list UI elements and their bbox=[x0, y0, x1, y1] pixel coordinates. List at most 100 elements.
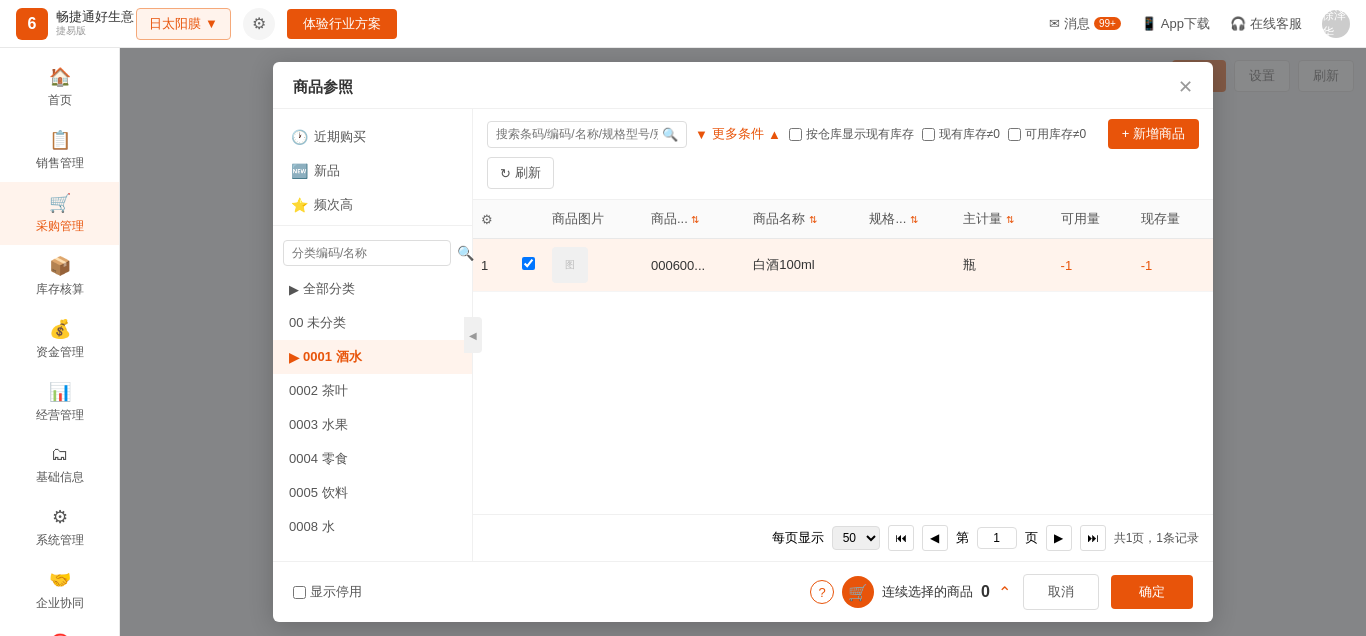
logo-text: 畅捷通好生意 bbox=[56, 9, 134, 25]
clock-icon: 🕐 bbox=[291, 129, 308, 145]
refresh-label: 刷新 bbox=[515, 164, 541, 182]
sidebar-item-purchase[interactable]: 🛒 采购管理 bbox=[0, 182, 119, 245]
product-table: ⚙ 商品图片 商品... ⇅ 商品名称 bbox=[473, 200, 1213, 292]
category-item-tea[interactable]: 0002 茶叶 bbox=[273, 374, 472, 408]
category-label-snacks: 0004 零食 bbox=[289, 450, 348, 468]
check-available-stock[interactable]: 可用库存≠0 bbox=[1008, 126, 1086, 143]
sidebar-item-inventory[interactable]: 📦 库存核算 bbox=[0, 245, 119, 308]
col-name[interactable]: 商品名称 ⇅ bbox=[745, 200, 861, 239]
main-layout: 🏠 首页 📋 销售管理 🛒 采购管理 📦 库存核算 💰 资金管理 📊 经营管理 … bbox=[0, 48, 1366, 636]
filter-more-arrow-icon: ▲ bbox=[768, 127, 781, 142]
check-warehouse-input[interactable] bbox=[789, 128, 802, 141]
col-spec[interactable]: 规格... ⇅ bbox=[861, 200, 955, 239]
table-body: 1 图 000600... 白酒100ml 瓶 bbox=[473, 239, 1213, 292]
sidebar-item-sales[interactable]: 📋 销售管理 bbox=[0, 119, 119, 182]
sidebar-item-enterprise[interactable]: 🤝 企业协同 bbox=[0, 559, 119, 622]
sidebar-item-system[interactable]: ⚙ 系统管理 bbox=[0, 496, 119, 559]
category-search-icon[interactable]: 🔍 bbox=[457, 245, 474, 261]
close-button[interactable]: ✕ bbox=[1178, 76, 1193, 98]
prev-page-btn[interactable]: ◀ bbox=[922, 525, 948, 551]
sidebar-item-operations[interactable]: 📊 经营管理 bbox=[0, 371, 119, 434]
check-warehouse[interactable]: 按仓库显示现有库存 bbox=[789, 126, 914, 143]
row-checkbox[interactable] bbox=[522, 257, 535, 270]
filter-search-input[interactable] bbox=[496, 127, 658, 141]
category-label-appliances: 0010 家电 bbox=[289, 552, 348, 553]
inventory-icon: 📦 bbox=[49, 255, 71, 277]
nav-selector-label: 日太阳膜 bbox=[149, 15, 201, 33]
category-item-water[interactable]: 0008 水 bbox=[273, 510, 472, 544]
check-available-stock-input[interactable] bbox=[1008, 128, 1021, 141]
experience-btn[interactable]: 体验行业方案 bbox=[287, 9, 397, 39]
col-unit[interactable]: 主计量 ⇅ bbox=[955, 200, 1052, 239]
cell-available: -1 bbox=[1053, 239, 1133, 292]
tab-frequent[interactable]: ⭐ 频次高 bbox=[281, 189, 464, 221]
category-item-snacks[interactable]: 0004 零食 bbox=[273, 442, 472, 476]
sort-code-icon: ⇅ bbox=[691, 214, 699, 225]
cancel-btn[interactable]: 取消 bbox=[1023, 574, 1099, 610]
refresh-btn[interactable]: ↻ 刷新 bbox=[487, 157, 554, 189]
next-page-btn[interactable]: ▶ bbox=[1046, 525, 1072, 551]
collapse-panel-btn[interactable]: ◀ bbox=[464, 317, 482, 353]
sidebar-label-inventory: 库存核算 bbox=[36, 281, 84, 298]
col-settings[interactable]: ⚙ bbox=[473, 200, 514, 239]
avatar[interactable]: 徐泽华 bbox=[1322, 10, 1350, 38]
category-item-appliances[interactable]: 0010 家电 bbox=[273, 544, 472, 553]
tab-recent-purchase[interactable]: 🕐 近期购买 bbox=[281, 121, 464, 153]
cell-image: 图 bbox=[544, 239, 643, 292]
footer-collapse-icon[interactable]: ⌃ bbox=[998, 583, 1011, 602]
last-page-btn[interactable]: ⏭ bbox=[1080, 525, 1106, 551]
app-download-item[interactable]: 📱 App下载 bbox=[1141, 15, 1210, 33]
category-search-input[interactable] bbox=[283, 240, 451, 266]
online-service-item[interactable]: 🎧 在线客服 bbox=[1230, 15, 1302, 33]
category-item-fruit[interactable]: 0003 水果 bbox=[273, 408, 472, 442]
category-item-all[interactable]: ▶ 全部分类 bbox=[273, 272, 472, 306]
sidebar: 🏠 首页 📋 销售管理 🛒 采购管理 📦 库存核算 💰 资金管理 📊 经营管理 … bbox=[0, 48, 120, 636]
tab-new-products[interactable]: 🆕 新品 bbox=[281, 155, 464, 187]
pagination-bar: 每页显示 50 ⏮ ◀ 第 页 ▶ ⏭ 共1页，1条记录 bbox=[473, 514, 1213, 561]
filter-more-conditions[interactable]: ▼ 更多条件 ▲ bbox=[695, 125, 781, 143]
category-item-alcohol[interactable]: ▶ 0001 酒水 bbox=[273, 340, 472, 374]
check-current-stock-input[interactable] bbox=[922, 128, 935, 141]
sidebar-item-finance[interactable]: 💰 资金管理 bbox=[0, 308, 119, 371]
show-disabled-checkbox[interactable] bbox=[293, 586, 306, 599]
col-name-label: 商品名称 bbox=[753, 211, 805, 226]
logo-area: 6 畅捷通好生意 捷易版 bbox=[16, 8, 136, 40]
check-warehouse-label: 按仓库显示现有库存 bbox=[806, 126, 914, 143]
cell-checkbox[interactable] bbox=[514, 239, 544, 292]
username: 徐泽华 bbox=[1322, 7, 1350, 41]
category-item-drinks[interactable]: 0005 饮料 bbox=[273, 476, 472, 510]
sidebar-label-enterprise: 企业协同 bbox=[36, 595, 84, 612]
mobile-icon: 📱 bbox=[1141, 16, 1157, 31]
category-item-unclassified[interactable]: 00 未分类 bbox=[273, 306, 472, 340]
message-label: 消息 bbox=[1064, 15, 1090, 33]
nav-selector[interactable]: 日太阳膜 ▼ bbox=[136, 8, 231, 40]
message-item[interactable]: ✉ 消息 99+ bbox=[1049, 15, 1121, 33]
page-size-select[interactable]: 50 bbox=[832, 526, 880, 550]
first-page-btn[interactable]: ⏮ bbox=[888, 525, 914, 551]
cart-btn[interactable]: 🛒 bbox=[842, 576, 874, 608]
operations-icon: 📊 bbox=[49, 381, 71, 403]
check-current-stock[interactable]: 现有库存≠0 bbox=[922, 126, 1000, 143]
guide-icon: 🎯 bbox=[49, 632, 71, 636]
page-input[interactable] bbox=[977, 527, 1017, 549]
confirm-btn[interactable]: 确定 bbox=[1111, 575, 1193, 609]
check-current-stock-label: 现有库存≠0 bbox=[939, 126, 1000, 143]
sidebar-label-purchase: 采购管理 bbox=[36, 218, 84, 235]
col-image: 商品图片 bbox=[544, 200, 643, 239]
cell-code: 000600... bbox=[643, 239, 745, 292]
gear-icon[interactable]: ⚙ bbox=[243, 8, 275, 40]
add-product-btn[interactable]: + 新增商品 bbox=[1108, 119, 1199, 149]
sidebar-item-basics[interactable]: 🗂 基础信息 bbox=[0, 434, 119, 496]
sidebar-item-home[interactable]: 🏠 首页 bbox=[0, 56, 119, 119]
help-btn[interactable]: ? bbox=[810, 580, 834, 604]
show-disabled-check[interactable]: 显示停用 bbox=[293, 583, 362, 601]
filter-search-box: 🔍 bbox=[487, 121, 687, 148]
table-row[interactable]: 1 图 000600... 白酒100ml 瓶 bbox=[473, 239, 1213, 292]
sort-unit-icon: ⇅ bbox=[1006, 214, 1014, 225]
left-panel-tabs: 🕐 近期购买 🆕 新品 ⭐ 频次高 bbox=[273, 117, 472, 226]
dialog-title: 商品参照 bbox=[293, 78, 353, 97]
dialog-overlay: 商品参照 ✕ 🕐 近期购买 🆕 bbox=[120, 48, 1366, 636]
col-code[interactable]: 商品... ⇅ bbox=[643, 200, 745, 239]
filter-search-icon[interactable]: 🔍 bbox=[662, 127, 678, 142]
sidebar-item-guide[interactable]: 🎯 新手引导 bbox=[0, 622, 119, 636]
